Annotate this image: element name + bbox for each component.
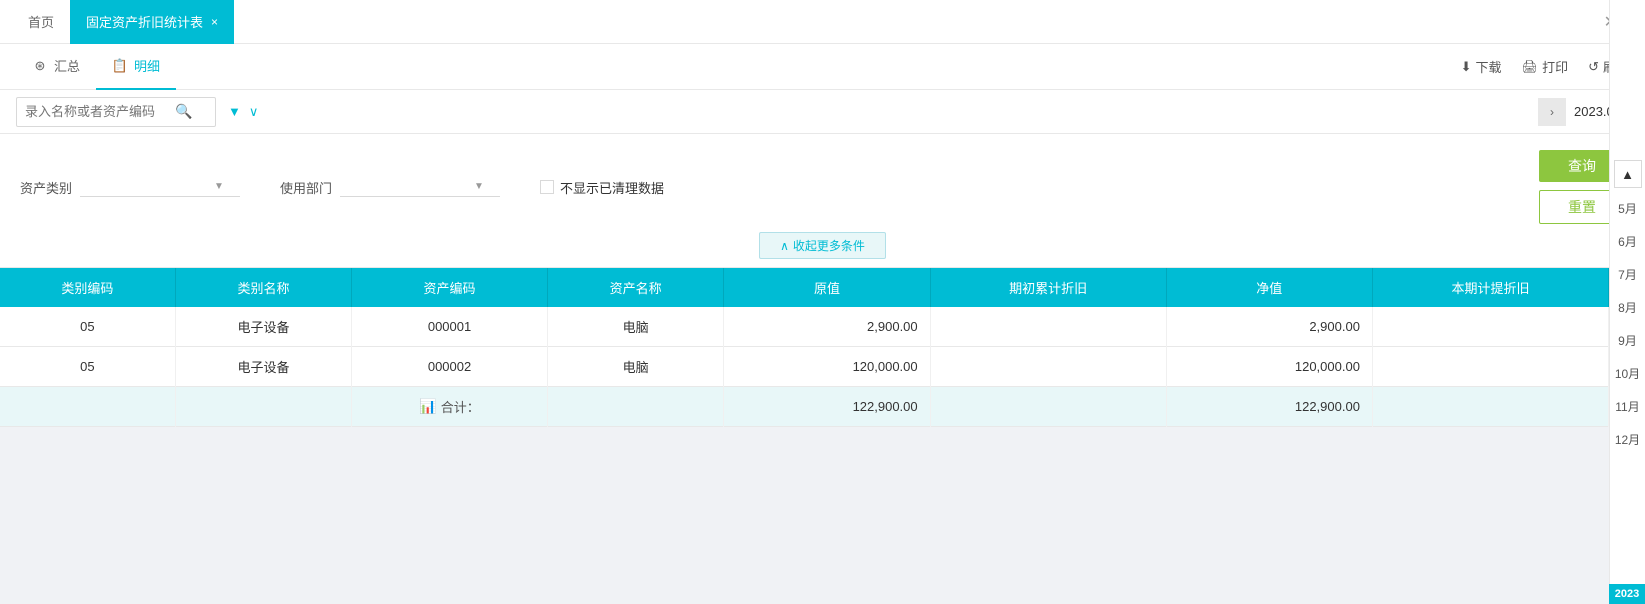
active-tab[interactable]: 固定资产折旧统计表 × <box>70 0 234 44</box>
tab-close-icon[interactable]: × <box>211 15 218 29</box>
dept-label: 使用部门 <box>280 178 332 197</box>
toolbar: ⊛ 汇总 📋 明细 ⬇ 下载 🖨 打印 ↺ 刷新 <box>0 44 1645 90</box>
summary-icon: ⊛ <box>32 58 48 74</box>
hide-cleared-label: 不显示已清理数据 <box>560 178 664 197</box>
expand-arrow-button[interactable]: › <box>1538 98 1566 126</box>
toolbar-actions: ⬇ 下载 🖨 打印 ↺ 刷新 <box>1461 57 1629 76</box>
cell-acc-depreciation <box>930 347 1166 387</box>
download-button[interactable]: ⬇ 下载 <box>1461 57 1502 76</box>
total-empty-2 <box>175 387 351 427</box>
cell-asset-name: 电脑 <box>547 307 723 347</box>
cell-asset-code: 000002 <box>352 347 548 387</box>
sidebar-month-8[interactable]: 8月 <box>1610 291 1645 324</box>
print-icon: 🖨 <box>1522 59 1539 75</box>
collapse-button[interactable]: ∧ 收起更多条件 <box>759 232 886 259</box>
more-filter-button[interactable]: ▼ ∨ <box>228 104 258 120</box>
sidebar-month-9[interactable]: 9月 <box>1610 324 1645 357</box>
total-empty-1 <box>0 387 175 427</box>
detail-icon: 📋 <box>112 58 128 74</box>
sidebar-month-5[interactable]: 5月 <box>1610 192 1645 225</box>
table-header-row: 类别编码 类别名称 资产编码 资产名称 原值 期初累计折旧 净值 本期计提折旧 <box>0 268 1609 307</box>
cell-asset-code: 000001 <box>352 307 548 347</box>
col-header-type-code: 类别编码 <box>0 268 175 307</box>
col-header-original-value: 原值 <box>724 268 930 307</box>
tab-summary-label: 汇总 <box>54 56 80 75</box>
hide-cleared-checkbox[interactable] <box>540 180 554 194</box>
total-empty-3 <box>547 387 723 427</box>
sidebar-month-10[interactable]: 10月 <box>1610 357 1645 390</box>
asset-type-label: 资产类别 <box>20 178 72 197</box>
col-header-acc-depreciation: 期初累计折旧 <box>930 268 1166 307</box>
sidebar-up-button[interactable]: ▲ <box>1614 160 1642 188</box>
total-original-value: 122,900.00 <box>724 387 930 427</box>
search-input[interactable] <box>25 104 175 119</box>
cell-type-name: 电子设备 <box>175 347 351 387</box>
cell-type-code: 05 <box>0 307 175 347</box>
right-sidebar: ▲ 5月 6月 7月 8月 9月 10月 11月 12月 2023 <box>1609 0 1645 604</box>
download-label: 下载 <box>1476 57 1502 76</box>
asset-type-filter: 资产类别 ▼ <box>20 177 240 197</box>
table-row: 05 电子设备 000001 电脑 2,900.00 2,900.00 <box>0 307 1609 347</box>
cell-current-depreciation <box>1372 307 1608 347</box>
col-header-net-value: 净值 <box>1166 268 1372 307</box>
print-label: 打印 <box>1542 57 1568 76</box>
sidebar-month-6[interactable]: 6月 <box>1610 225 1645 258</box>
print-button[interactable]: 🖨 打印 <box>1522 57 1569 76</box>
nav-home[interactable]: 首页 <box>12 12 70 31</box>
search-bar: 🔍 ▼ ∨ › 2023.01 <box>0 90 1645 134</box>
cell-acc-depreciation <box>930 307 1166 347</box>
sidebar-year[interactable]: 2023 <box>1609 584 1645 604</box>
tab-detail-label: 明细 <box>134 56 160 75</box>
total-icon: 📊 <box>419 398 436 415</box>
asset-type-chevron-icon: ▼ <box>214 181 224 192</box>
dept-select[interactable]: ▼ <box>340 177 500 197</box>
filter-panel: 资产类别 ▼ 使用部门 ▼ 不显示已清理数据 查询 重置 ∧ 收起更多条件 <box>0 134 1645 268</box>
col-header-asset-code: 资产编码 <box>352 268 548 307</box>
col-header-current-depreciation: 本期计提折旧 <box>1372 268 1608 307</box>
sidebar-month-7[interactable]: 7月 <box>1610 258 1645 291</box>
filter-row: 资产类别 ▼ 使用部门 ▼ 不显示已清理数据 查询 重置 <box>20 150 1625 224</box>
total-acc-depreciation <box>930 387 1166 427</box>
cell-original-value: 2,900.00 <box>724 307 930 347</box>
cell-type-name: 电子设备 <box>175 307 351 347</box>
hide-cleared-checkbox-wrap[interactable]: 不显示已清理数据 <box>540 178 664 197</box>
dept-input[interactable] <box>344 179 474 194</box>
refresh-icon: ↺ <box>1588 59 1599 75</box>
asset-type-input[interactable] <box>84 179 214 194</box>
table-total-row: 📊 合计： 122,900.00 122,900.00 <box>0 387 1609 427</box>
cell-net-value: 120,000.00 <box>1166 347 1372 387</box>
sidebar-month-11[interactable]: 11月 <box>1610 390 1645 423</box>
table-wrap: 类别编码 类别名称 资产编码 资产名称 原值 期初累计折旧 净值 本期计提折旧 … <box>0 268 1609 604</box>
download-icon: ⬇ <box>1461 59 1472 75</box>
tab-summary[interactable]: ⊛ 汇总 <box>16 44 96 90</box>
total-label-cell: 📊 合计： <box>352 387 548 427</box>
dept-filter: 使用部门 ▼ <box>280 177 500 197</box>
sidebar-month-12[interactable]: 12月 <box>1610 423 1645 456</box>
filter-icon: ▼ <box>228 104 241 119</box>
cell-original-value: 120,000.00 <box>724 347 930 387</box>
table-row: 05 电子设备 000002 电脑 120,000.00 120,000.00 <box>0 347 1609 387</box>
search-input-wrap: 🔍 <box>16 97 216 127</box>
cell-asset-name: 电脑 <box>547 347 723 387</box>
chevron-up-icon: ∧ <box>780 239 789 253</box>
search-icon: 🔍 <box>175 103 192 120</box>
cell-current-depreciation <box>1372 347 1608 387</box>
total-label-text: 合计： <box>441 397 480 416</box>
cell-type-code: 05 <box>0 347 175 387</box>
dept-chevron-icon: ▼ <box>474 181 484 192</box>
col-header-asset-name: 资产名称 <box>547 268 723 307</box>
tab-detail[interactable]: 📋 明细 <box>96 44 176 90</box>
data-table: 类别编码 类别名称 资产编码 资产名称 原值 期初累计折旧 净值 本期计提折旧 … <box>0 268 1609 427</box>
top-nav: 首页 固定资产折旧统计表 × ✕ <box>0 0 1645 44</box>
col-header-type-name: 类别名称 <box>175 268 351 307</box>
total-current-depreciation <box>1372 387 1608 427</box>
asset-type-select[interactable]: ▼ <box>80 177 240 197</box>
cell-net-value: 2,900.00 <box>1166 307 1372 347</box>
total-net-value: 122,900.00 <box>1166 387 1372 427</box>
collapse-row: ∧ 收起更多条件 <box>20 224 1625 259</box>
tab-title: 固定资产折旧统计表 <box>86 12 203 31</box>
chevron-down-icon: ∨ <box>249 104 259 120</box>
collapse-label: 收起更多条件 <box>793 237 865 254</box>
